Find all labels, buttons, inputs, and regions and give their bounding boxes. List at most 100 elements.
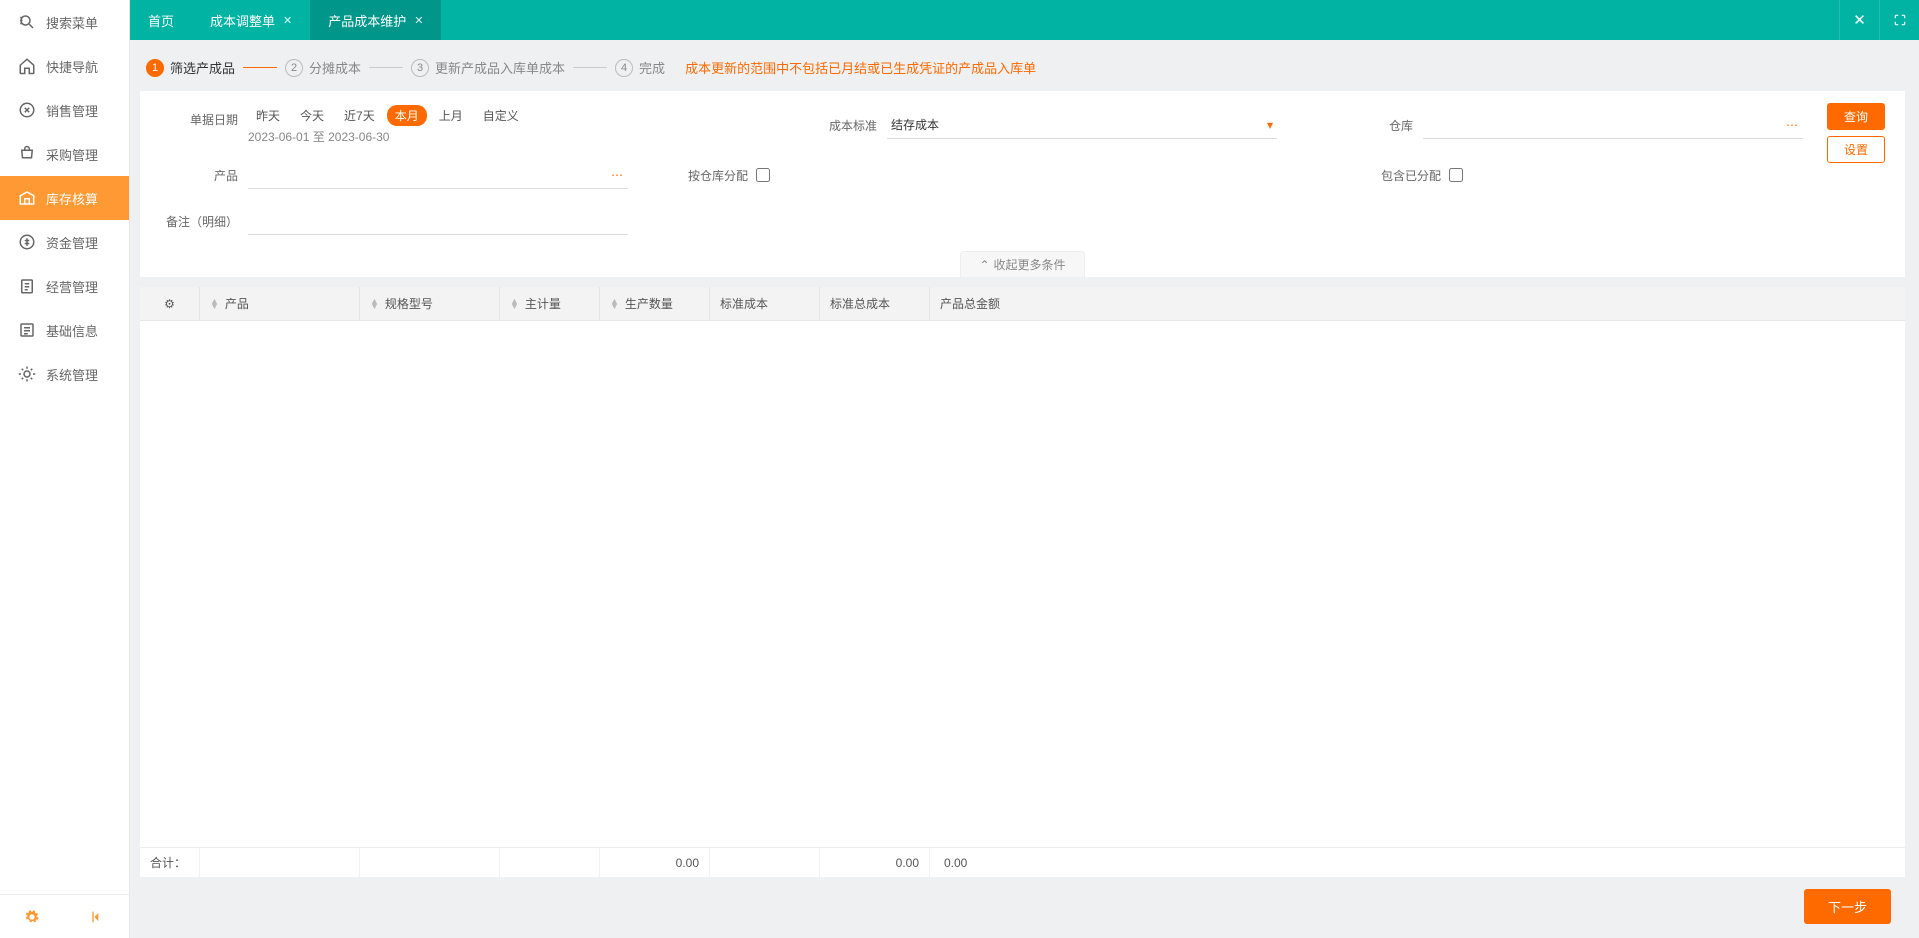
table-body [140, 321, 1905, 847]
tab-close-icon[interactable]: ✕ [283, 14, 292, 27]
remark-field: 备注（明细） [162, 207, 628, 235]
step-2[interactable]: 2 分摊成本 [285, 58, 361, 77]
th-settings[interactable]: ⚙ [140, 287, 200, 320]
next-button[interactable]: 下一步 [1804, 889, 1891, 924]
step-3[interactable]: 3 更新产成品入库单成本 [411, 58, 565, 77]
date-to: 2023-06-30 [328, 130, 389, 144]
sidebar-item-basic[interactable]: 基础信息 [0, 308, 129, 352]
step-4[interactable]: 4 完成 [615, 58, 665, 77]
collapse-icon [89, 909, 105, 925]
sidebar-item-purchase[interactable]: 采购管理 [0, 132, 129, 176]
sidebar-item-label: 系统管理 [46, 365, 98, 384]
step-line [243, 67, 277, 68]
field-label: 单据日期 [162, 105, 238, 128]
main: 首页 成本调整单 ✕ 产品成本维护 ✕ ✕ [130, 0, 1919, 938]
th-spec[interactable]: ▲▼ 规格型号 [360, 287, 500, 320]
sidebar-item-search[interactable]: 搜索菜单 [0, 0, 129, 44]
tab-home[interactable]: 首页 [130, 0, 192, 40]
sidebar-item-label: 基础信息 [46, 321, 98, 340]
th-label: 规格型号 [385, 295, 433, 312]
th-unit[interactable]: ▲▼ 主计量 [500, 287, 600, 320]
product-input[interactable]: ⋯ [248, 161, 628, 189]
table-header: ⚙ ▲▼ 产品 ▲▼ 规格型号 ▲▼ 主计量 ▲▼ [140, 287, 1905, 321]
field-label: 成本标准 [801, 111, 877, 134]
step-label: 筛选产成品 [170, 58, 235, 77]
warehouse-input[interactable]: ⋯ [1423, 111, 1803, 139]
pill-today[interactable]: 今天 [292, 105, 332, 126]
gear-icon [24, 909, 40, 925]
cart-icon [18, 145, 36, 163]
filter-card: 查询 设置 单据日期 昨天 今天 近7天 本月 上月 [140, 91, 1905, 277]
steps-warning: 成本更新的范围中不包括已月结或已生成凭证的产成品入库单 [685, 58, 1036, 77]
th-prodtotal[interactable]: 产品总金额 [930, 287, 1905, 320]
include-allocated-checkbox[interactable] [1449, 168, 1463, 182]
settings-button[interactable] [0, 895, 65, 938]
field-label: 仓库 [1337, 111, 1413, 134]
tab-label: 首页 [148, 11, 174, 30]
step-number: 3 [411, 59, 429, 77]
chevron-down-icon: ▾ [1267, 118, 1273, 132]
table-card: ⚙ ▲▼ 产品 ▲▼ 规格型号 ▲▼ 主计量 ▲▼ [140, 287, 1905, 877]
sidebar-item-sales[interactable]: 销售管理 [0, 88, 129, 132]
tabs-right: ✕ [1839, 0, 1919, 40]
fullscreen-button[interactable] [1879, 0, 1919, 40]
collapse-button[interactable]: ⌃收起更多条件 [960, 251, 1084, 277]
more-icon[interactable]: ⋯ [611, 168, 624, 182]
th-label: 标准成本 [720, 295, 768, 312]
th-label: 标准总成本 [830, 295, 890, 312]
select-value: 结存成本 [891, 116, 939, 133]
sidebar-item-label: 库存核算 [46, 189, 98, 208]
tf-cell [710, 848, 820, 877]
pill-lastmonth[interactable]: 上月 [431, 105, 471, 126]
pill-custom[interactable]: 自定义 [475, 105, 527, 126]
pill-yesterday[interactable]: 昨天 [248, 105, 288, 126]
cost-std-field: 成本标准 结存成本 ▾ [801, 111, 1277, 139]
clipboard-icon [18, 277, 36, 295]
step-1[interactable]: 1 筛选产成品 [146, 58, 235, 77]
sidebar-item-label: 资金管理 [46, 233, 98, 252]
table-footer: 合计： 0.00 0.00 0.00 [140, 847, 1905, 877]
th-qty[interactable]: ▲▼ 生产数量 [600, 287, 710, 320]
tab-cost-adjust[interactable]: 成本调整单 ✕ [192, 0, 310, 40]
collapse-sidebar-button[interactable] [65, 895, 130, 938]
tf-stdtotal: 0.00 [820, 848, 930, 877]
th-label: 主计量 [525, 295, 561, 312]
sidebar-item-inventory[interactable]: 库存核算 [0, 176, 129, 220]
settings-button[interactable]: 设置 [1827, 136, 1885, 163]
remark-input[interactable] [248, 207, 628, 235]
step-line [369, 67, 403, 68]
sidebar-item-label: 采购管理 [46, 145, 98, 164]
query-button[interactable]: 查询 [1827, 103, 1885, 130]
field-label: 产品 [162, 161, 238, 184]
content: 1 筛选产成品 2 分摊成本 3 更新产成品入库单成本 4 完成 [130, 40, 1919, 938]
date-range-text: 2023-06-01 至 2023-06-30 [248, 128, 527, 145]
checkbox-label: 包含已分配 [1381, 167, 1441, 184]
sidebar-item-system[interactable]: 系统管理 [0, 352, 129, 396]
tf-prodtotal: 0.00 [930, 848, 1040, 877]
th-product[interactable]: ▲▼ 产品 [200, 287, 360, 320]
th-stdtotal[interactable]: 标准总成本 [820, 287, 930, 320]
by-warehouse-checkbox[interactable] [756, 168, 770, 182]
collapse-bar: ⌃收起更多条件 [162, 251, 1883, 277]
tf-label: 合计： [140, 848, 200, 877]
filter-actions: 查询 设置 [1827, 103, 1885, 163]
close-all-button[interactable]: ✕ [1839, 0, 1879, 40]
th-stdcost[interactable]: 标准成本 [710, 287, 820, 320]
sidebar-item-business[interactable]: 经营管理 [0, 264, 129, 308]
pill-month[interactable]: 本月 [387, 105, 427, 126]
sidebar-item-finance[interactable]: 资金管理 [0, 220, 129, 264]
tab-product-cost[interactable]: 产品成本维护 ✕ [310, 0, 441, 40]
sidebar-item-quicknav[interactable]: 快捷导航 [0, 44, 129, 88]
search-icon [18, 13, 36, 31]
date-sep: 至 [313, 130, 325, 144]
sidebar-item-label: 搜索菜单 [46, 13, 98, 32]
sort-icon: ▲▼ [510, 299, 519, 309]
pill-7days[interactable]: 近7天 [336, 105, 383, 126]
tf-cell [500, 848, 600, 877]
step-number: 2 [285, 59, 303, 77]
steps-wizard: 1 筛选产成品 2 分摊成本 3 更新产成品入库单成本 4 完成 [140, 54, 1905, 91]
date-pills: 昨天 今天 近7天 本月 上月 自定义 [248, 105, 527, 126]
tab-close-icon[interactable]: ✕ [414, 14, 423, 27]
more-icon[interactable]: ⋯ [1786, 118, 1799, 132]
cost-std-select[interactable]: 结存成本 ▾ [887, 111, 1277, 139]
